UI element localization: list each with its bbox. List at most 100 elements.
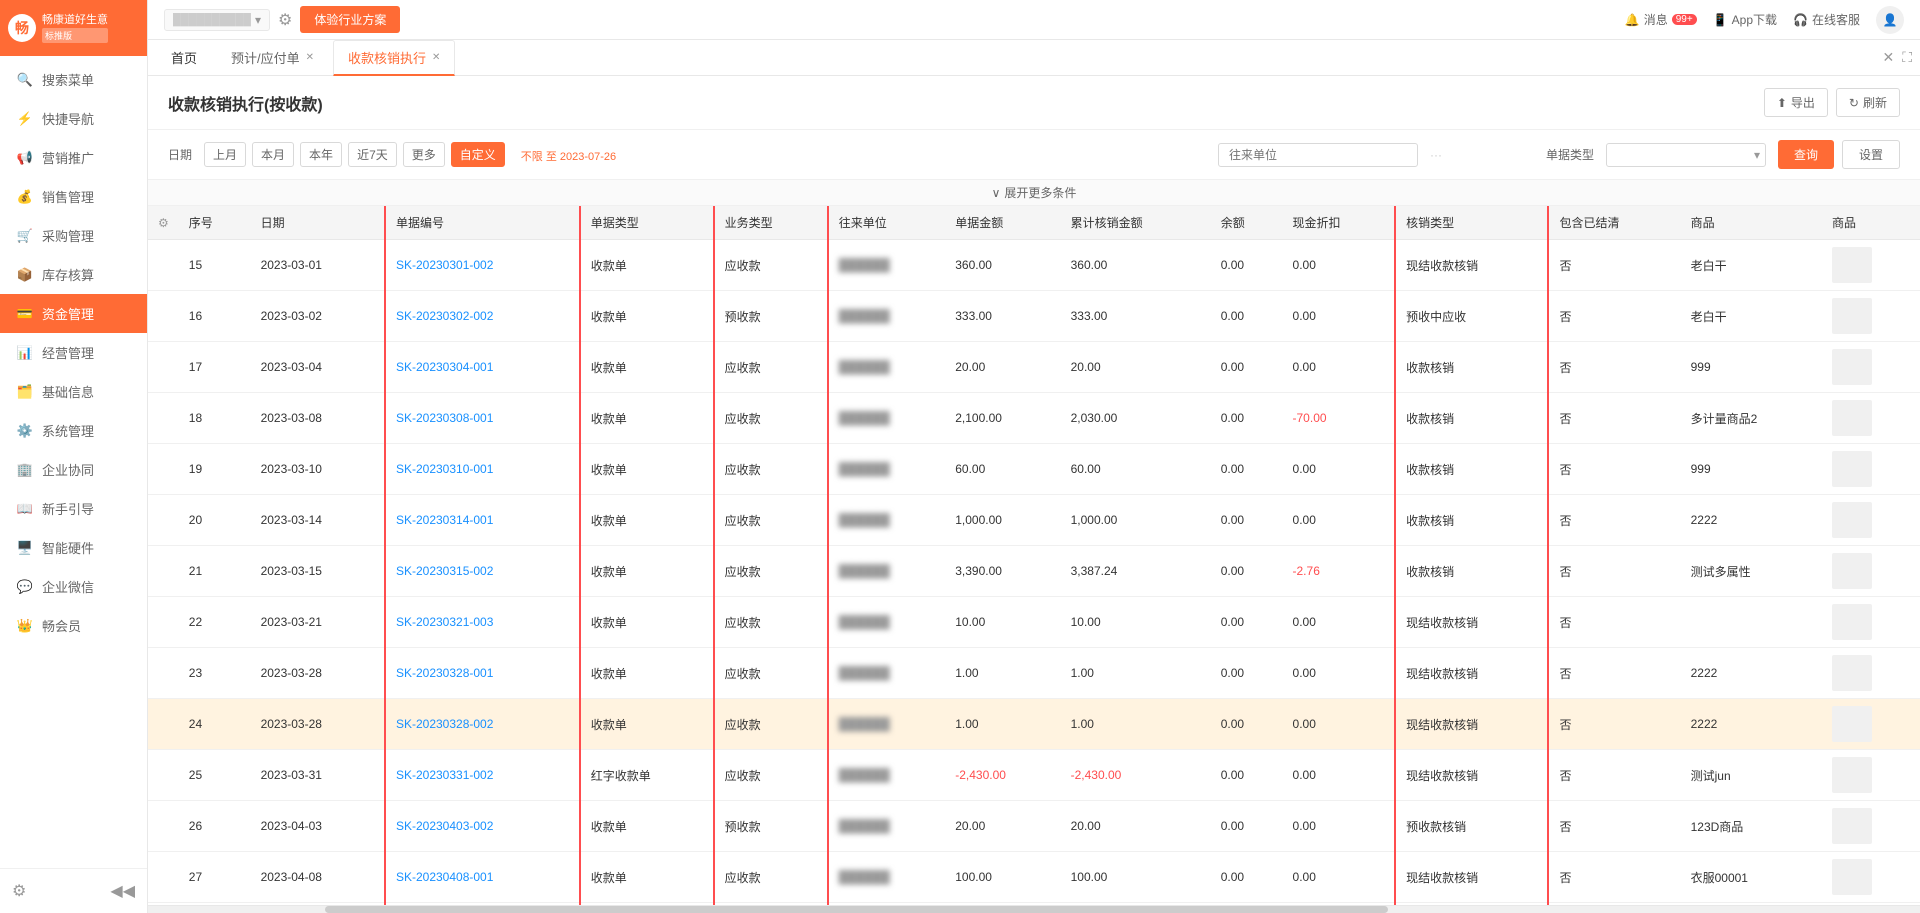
sidebar-item-basic[interactable]: 基础信息: [0, 372, 147, 411]
last-7-days-btn[interactable]: 近7天: [348, 142, 397, 167]
cell-goods2-2: [1822, 342, 1920, 393]
partner-input[interactable]: [1218, 143, 1418, 167]
cell-balance-2: 0.00: [1211, 342, 1283, 393]
more-date-btn[interactable]: 更多: [403, 142, 445, 167]
settings-icon[interactable]: ⚙: [12, 881, 26, 901]
bill-no-link-2[interactable]: SK-20230304-001: [396, 360, 493, 374]
sidebar-item-purchase[interactable]: 采购管理: [0, 216, 147, 255]
bill-no-link-10[interactable]: SK-20230331-002: [396, 768, 493, 782]
bill-no-link-6[interactable]: SK-20230315-002: [396, 564, 493, 578]
cell-settings-11[interactable]: [148, 801, 179, 852]
company-dropdown[interactable]: ██████████ ▾: [164, 9, 270, 31]
tab-prepay-close[interactable]: ✕: [306, 52, 314, 63]
sidebar-item-member[interactable]: 畅会员: [0, 606, 147, 645]
cell-settings-7[interactable]: [148, 597, 179, 648]
user-avatar[interactable]: 👤: [1876, 6, 1904, 34]
sidebar-item-system[interactable]: 系统管理: [0, 411, 147, 450]
bill-type-select[interactable]: [1606, 143, 1766, 167]
bill-no-link-11[interactable]: SK-20230403-002: [396, 819, 493, 833]
messages-btn[interactable]: 🔔 消息 99+: [1625, 11, 1697, 28]
online-support-btn[interactable]: 🎧 在线客服: [1793, 11, 1860, 28]
last-month-btn[interactable]: 上月: [204, 142, 246, 167]
sidebar-item-sales[interactable]: 销售管理: [0, 177, 147, 216]
cell-partner-5: ██████: [828, 495, 945, 546]
bill-no-link-4[interactable]: SK-20230310-001: [396, 462, 493, 476]
table-area[interactable]: ⚙ 序号 日期 单据编号 单据类型 业务类型 往来单位 单据金额 累计核销金额 …: [148, 206, 1920, 905]
cell-goods-2: 999: [1681, 342, 1822, 393]
bill-no-link-8[interactable]: SK-20230328-001: [396, 666, 493, 680]
col-write-off-type-header: 核销类型: [1395, 206, 1548, 240]
close-tab-icon[interactable]: ✕: [1882, 49, 1894, 66]
cell-partner-12: ██████: [828, 852, 945, 903]
bill-no-link-9[interactable]: SK-20230328-002: [396, 717, 493, 731]
cell-written-off-1: 333.00: [1061, 291, 1211, 342]
query-btn[interactable]: 查询: [1778, 140, 1834, 169]
cell-bill-no-5: SK-20230314-001: [385, 495, 580, 546]
cell-settings-6[interactable]: [148, 546, 179, 597]
sidebar-item-finance[interactable]: 资金管理: [0, 294, 147, 333]
table-scrollbar[interactable]: [148, 905, 1920, 913]
cell-settings-2[interactable]: [148, 342, 179, 393]
this-month-btn[interactable]: 本月: [252, 142, 294, 167]
sidebar-item-search[interactable]: 搜索菜单: [0, 60, 147, 99]
cell-settings-12[interactable]: [148, 852, 179, 903]
wechat-icon: [16, 578, 34, 596]
sidebar-item-marketing[interactable]: 营销推广: [0, 138, 147, 177]
sidebar-item-marketing-label: 营销推广: [42, 148, 94, 167]
cell-date-3: 2023-03-08: [251, 393, 385, 444]
app-download-btn[interactable]: 📱 App下载: [1713, 11, 1777, 28]
bill-no-link-5[interactable]: SK-20230314-001: [396, 513, 493, 527]
sidebar-item-wechat[interactable]: 企业微信: [0, 567, 147, 606]
bill-no-link-12[interactable]: SK-20230408-001: [396, 870, 493, 884]
date-range-display: 不限 至 2023-07-26: [521, 146, 616, 164]
cell-balance-12: 0.00: [1211, 852, 1283, 903]
expand-tab-icon[interactable]: ⛶: [1902, 49, 1912, 66]
collapse-icon[interactable]: ◀◀: [110, 881, 135, 901]
cell-cash-discount-10: 0.00: [1283, 750, 1396, 801]
bill-no-link-0[interactable]: SK-20230301-002: [396, 258, 493, 272]
tab-prepay[interactable]: 预计/应付单 ✕: [216, 40, 329, 76]
tab-collection[interactable]: 收款核销执行 ✕: [333, 40, 455, 76]
cell-settings-1[interactable]: [148, 291, 179, 342]
cell-amount-12: 100.00: [945, 852, 1060, 903]
bill-no-link-7[interactable]: SK-20230321-003: [396, 615, 493, 629]
cell-balance-3: 0.00: [1211, 393, 1283, 444]
sidebar-item-corp[interactable]: 企业协同: [0, 450, 147, 489]
sidebar-item-operation[interactable]: 经营管理: [0, 333, 147, 372]
filter-setting-btn[interactable]: 设置: [1842, 140, 1900, 169]
bill-no-link-1[interactable]: SK-20230302-002: [396, 309, 493, 323]
sidebar-item-guide2[interactable]: 新手引导: [0, 489, 147, 528]
cell-settings-5[interactable]: [148, 495, 179, 546]
sidebar-item-hardware[interactable]: 智能硬件: [0, 528, 147, 567]
cell-settings-9[interactable]: [148, 699, 179, 750]
cell-settings-8[interactable]: [148, 648, 179, 699]
col-settings-header[interactable]: ⚙: [148, 206, 179, 240]
sidebar-logo-title: 畅康道好生意: [42, 13, 108, 27]
cell-cash-discount-7: 0.00: [1283, 597, 1396, 648]
export-btn[interactable]: ⬆ 导出: [1764, 88, 1828, 117]
sidebar-item-corp-label: 企业协同: [42, 460, 94, 479]
settings-gear-icon[interactable]: ⚙: [278, 10, 292, 30]
col-goods2-header: 商品: [1822, 206, 1920, 240]
tab-collection-close[interactable]: ✕: [432, 52, 440, 63]
cell-cash-discount-4: 0.00: [1283, 444, 1396, 495]
cell-goods-1: 老白干: [1681, 291, 1822, 342]
this-year-btn[interactable]: 本年: [300, 142, 342, 167]
expand-more-btn[interactable]: ∨ 展开更多条件: [992, 184, 1077, 201]
cell-settings-3[interactable]: [148, 393, 179, 444]
custom-date-btn[interactable]: 自定义: [451, 142, 505, 167]
table-scrollbar-thumb[interactable]: [325, 906, 1388, 913]
cell-no-0: 15: [179, 240, 251, 291]
tab-home[interactable]: 首页: [156, 40, 212, 76]
bill-no-link-3[interactable]: SK-20230308-001: [396, 411, 493, 425]
refresh-btn[interactable]: ↻ 刷新: [1836, 88, 1900, 117]
sidebar-item-guide[interactable]: 快捷导航: [0, 99, 147, 138]
trial-industry-btn[interactable]: 体验行业方案: [300, 6, 400, 33]
cell-balance-1: 0.00: [1211, 291, 1283, 342]
cell-settings-0[interactable]: [148, 240, 179, 291]
cell-include-settled-10: 否: [1548, 750, 1680, 801]
cell-settings-4[interactable]: [148, 444, 179, 495]
sidebar-item-inventory[interactable]: 库存核算: [0, 255, 147, 294]
cell-goods-5: 2222: [1681, 495, 1822, 546]
cell-settings-10[interactable]: [148, 750, 179, 801]
